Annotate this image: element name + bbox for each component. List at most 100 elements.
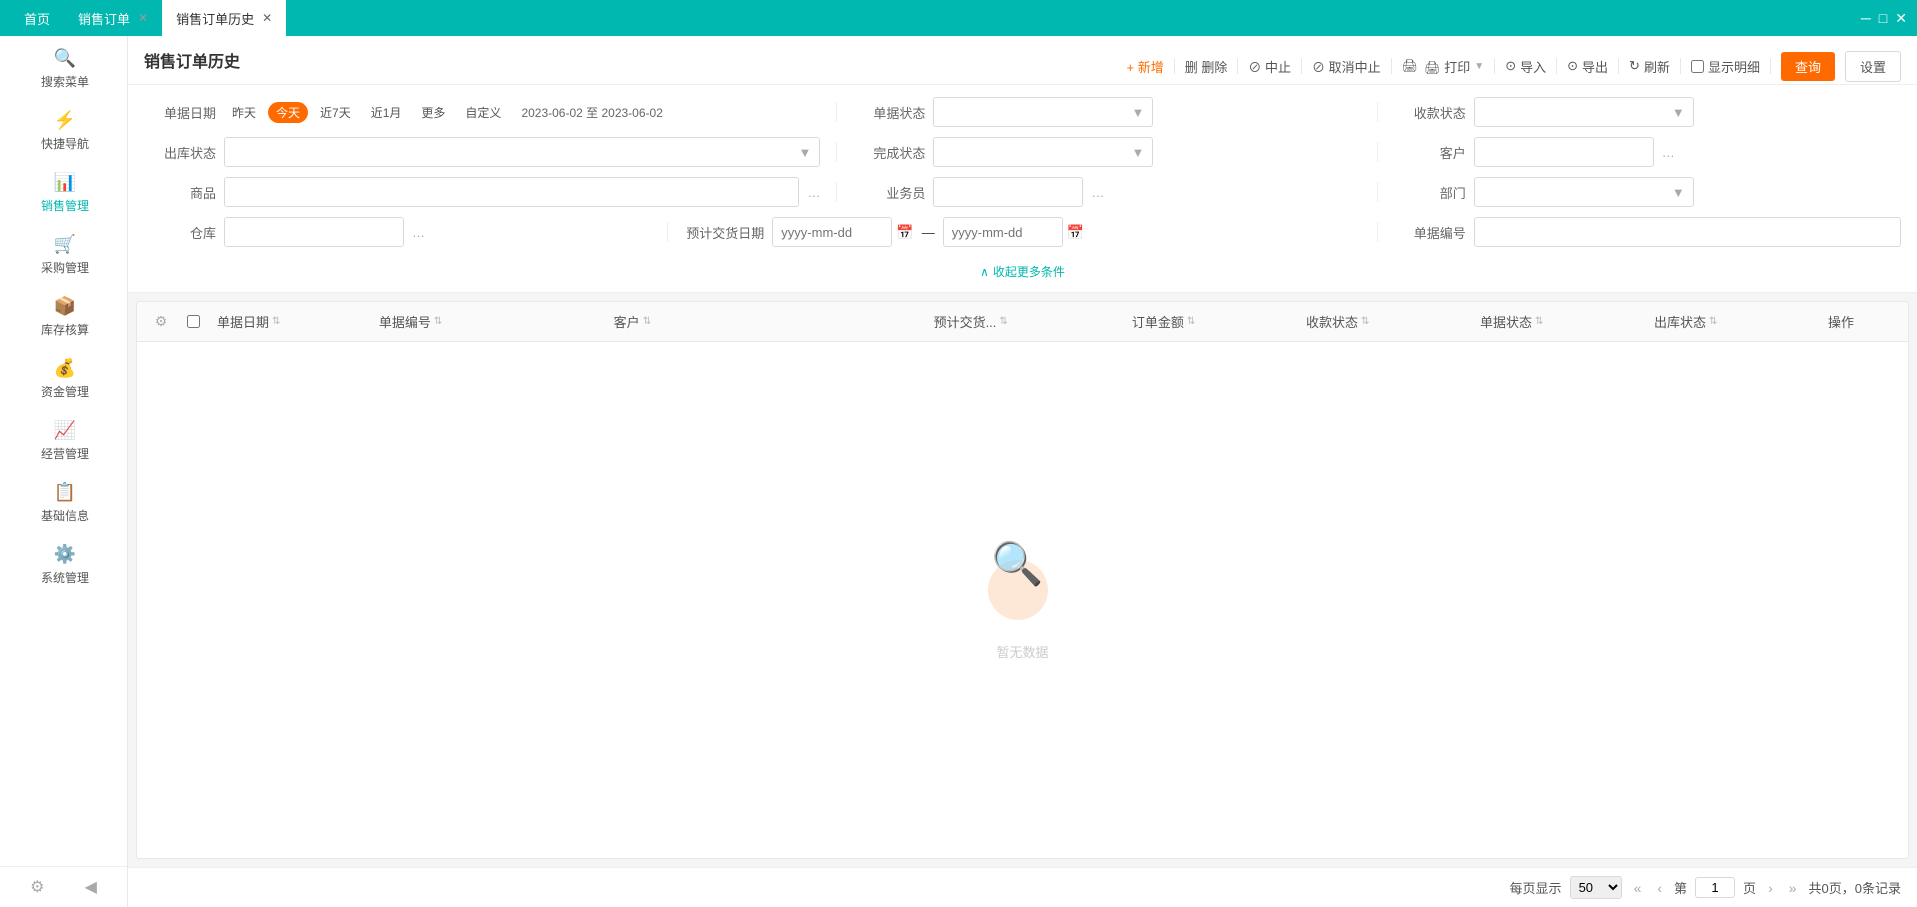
doc-status-label: 单据状态 [853, 103, 925, 122]
page-size-select[interactable]: 50 10 20 100 [1570, 876, 1622, 899]
col-header-customer[interactable]: 客户 ⇅ [606, 312, 926, 331]
toolbar: + 新增 删 删除 ⊘ 中止 ⊘ 取消中止 🖨 🖨 打印 ▼ ⊙ 导入 [1127, 51, 1901, 82]
content-area: 销售订单历史 + 新增 删 删除 ⊘ 中止 ⊘ 取消中止 🖨 🖨 打印 ▼ ⊙ [128, 36, 1917, 907]
export-icon: ⊙ [1567, 58, 1578, 74]
next-page-btn[interactable]: › [1764, 878, 1777, 898]
date-chip-7days[interactable]: 近7天 [312, 102, 359, 123]
doc-date-label: 单据日期 [144, 103, 216, 122]
warehouse-dots[interactable]: … [412, 225, 425, 240]
customer-input[interactable] [1474, 137, 1654, 167]
filter-row-3: 商品 … 业务员 … 部门 ▼ [144, 177, 1901, 207]
col-header-amount[interactable]: 订单金额 ⇅ [1124, 312, 1298, 331]
sidebar-item-search-menu[interactable]: 🔍 搜索菜单 [0, 36, 127, 98]
warehouse-label: 仓库 [144, 223, 216, 242]
sidebar-item-basic-info[interactable]: 📋 基础信息 [0, 470, 127, 532]
top-bar: 首页 销售订单 ✕ 销售订单历史 ✕ ─ □ ✕ [0, 0, 1917, 36]
complete-status-arrow: ▼ [1132, 145, 1145, 160]
pay-status-select[interactable]: ▼ [1474, 97, 1694, 127]
department-select[interactable]: ▼ [1474, 177, 1694, 207]
date-chip-custom[interactable]: 自定义 [457, 102, 509, 123]
warehouse-input[interactable] [224, 217, 404, 247]
collapse-row[interactable]: ∧ 收起更多条件 [144, 257, 1901, 280]
col-header-pay-status[interactable]: 收款状态 ⇅ [1298, 312, 1472, 331]
calendar-from-icon[interactable]: 📅 [896, 224, 913, 241]
col-header-doc-status[interactable]: 单据状态 ⇅ [1472, 312, 1646, 331]
close-sales-order-tab[interactable]: ✕ [138, 11, 148, 25]
sidebar-collapse-icon[interactable]: ◀ [85, 877, 97, 897]
import-icon: ⊙ [1505, 58, 1516, 74]
salesperson-dots[interactable]: … [1091, 185, 1104, 200]
tab-home[interactable]: 首页 [10, 0, 64, 36]
print-dropdown-icon[interactable]: ▼ [1474, 61, 1484, 72]
product-dots[interactable]: … [807, 185, 820, 200]
minimize-btn[interactable]: ─ [1861, 10, 1871, 26]
doc-status-arrow: ▼ [1132, 105, 1145, 120]
customer-label: 客户 [1394, 143, 1466, 162]
sidebar-settings-icon[interactable]: ⚙ [30, 877, 44, 897]
refresh-button[interactable]: ↻ 刷新 [1629, 57, 1670, 76]
separator-7 [1618, 58, 1619, 74]
print-button[interactable]: 🖨 🖨 打印 ▼ [1402, 57, 1485, 76]
stop-button[interactable]: ⊘ 中止 [1248, 57, 1291, 76]
separator-2 [1237, 58, 1238, 74]
doc-status-group: 单据状态 ▼ [853, 97, 1360, 127]
import-button[interactable]: ⊙ 导入 [1505, 57, 1546, 76]
sort-amount-icon: ⇅ [1187, 316, 1195, 327]
salesperson-input[interactable] [933, 177, 1083, 207]
export-button[interactable]: ⊙ 导出 [1567, 57, 1608, 76]
col-header-doc-num[interactable]: 单据编号 ⇅ [371, 312, 606, 331]
col-header-delivery[interactable]: 预计交货... ⇅ [926, 312, 1124, 331]
doc-number-input[interactable] [1474, 217, 1901, 247]
sidebar-item-inventory[interactable]: 📦 库存核算 [0, 284, 127, 346]
first-page-btn[interactable]: « [1630, 878, 1646, 898]
settings-button[interactable]: 设置 [1845, 51, 1901, 82]
customer-group: 客户 … [1394, 137, 1901, 167]
cancel-stop-button[interactable]: ⊘ 取消中止 [1312, 57, 1381, 76]
maximize-btn[interactable]: □ [1879, 10, 1887, 26]
delivery-date-to[interactable] [943, 217, 1063, 247]
new-button[interactable]: + 新增 [1127, 57, 1164, 76]
sidebar-item-finance[interactable]: 💰 资金管理 [0, 346, 127, 408]
delete-button[interactable]: 删 删除 [1185, 57, 1228, 76]
show-detail-toggle[interactable]: 显示明细 [1691, 57, 1760, 76]
sidebar-item-operations[interactable]: 📈 经营管理 [0, 408, 127, 470]
system-icon: ⚙️ [54, 544, 76, 565]
sidebar-item-quick-nav[interactable]: ⚡ 快捷导航 [0, 98, 127, 160]
out-status-select[interactable]: ▼ [224, 137, 820, 167]
doc-status-select[interactable]: ▼ [933, 97, 1153, 127]
calendar-to-icon[interactable]: 📅 [1067, 224, 1084, 241]
sidebar-item-sales-mgmt[interactable]: 📊 销售管理 [0, 160, 127, 222]
complete-status-group: 完成状态 ▼ [853, 137, 1360, 167]
salesperson-group: 业务员 … [853, 177, 1360, 207]
date-chip-1month[interactable]: 近1月 [363, 102, 410, 123]
col-header-out-status[interactable]: 出库状态 ⇅ [1646, 312, 1820, 331]
column-settings-btn[interactable]: ⚙ [145, 313, 177, 330]
tab-sales-order[interactable]: 销售订单 ✕ [64, 0, 162, 36]
close-btn[interactable]: ✕ [1895, 10, 1907, 27]
tab-sales-order-history[interactable]: 销售订单历史 ✕ [162, 0, 286, 36]
show-detail-checkbox[interactable] [1691, 60, 1704, 73]
sort-pay-status-icon: ⇅ [1361, 316, 1369, 327]
customer-dots[interactable]: … [1662, 145, 1675, 160]
empty-magnifier-icon: 🔍 [991, 540, 1043, 589]
query-button[interactable]: 查询 [1781, 52, 1835, 81]
date-chip-more[interactable]: 更多 [413, 102, 453, 123]
divider-1 [836, 102, 837, 122]
date-chip-yesterday[interactable]: 昨天 [224, 102, 264, 123]
out-status-arrow: ▼ [799, 145, 812, 160]
empty-image: 🔍 [978, 540, 1058, 620]
last-page-btn[interactable]: » [1785, 878, 1801, 898]
close-history-tab[interactable]: ✕ [262, 11, 272, 25]
select-all-checkbox[interactable] [187, 315, 200, 328]
product-input[interactable] [224, 177, 799, 207]
delivery-date-from[interactable] [772, 217, 892, 247]
sidebar-item-purchase-mgmt[interactable]: 🛒 采购管理 [0, 222, 127, 284]
complete-status-select[interactable]: ▼ [933, 137, 1153, 167]
department-label: 部门 [1394, 183, 1466, 202]
current-page-input[interactable] [1695, 877, 1735, 898]
prev-page-btn[interactable]: ‹ [1653, 878, 1666, 898]
date-chip-today[interactable]: 今天 [268, 102, 308, 123]
pay-status-group: 收款状态 ▼ [1394, 97, 1901, 127]
col-header-doc-date[interactable]: 单据日期 ⇅ [209, 312, 371, 331]
sidebar-item-system[interactable]: ⚙️ 系统管理 [0, 532, 127, 594]
